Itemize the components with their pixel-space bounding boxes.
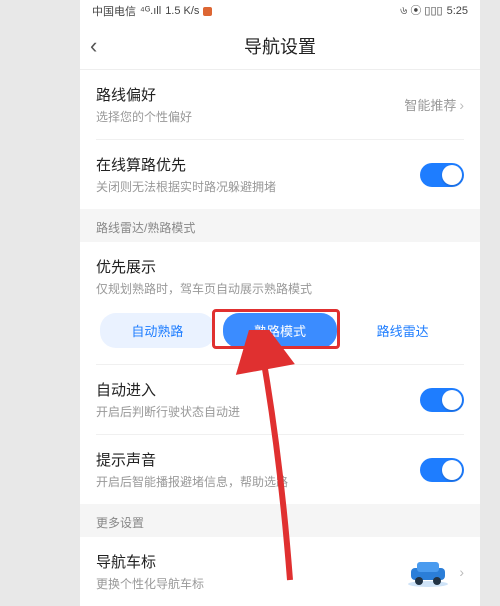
section-header-radar: 路线雷达/熟路模式 (80, 209, 480, 242)
route-pref-sub: 选择您的个性偏好 (96, 108, 404, 125)
section-more: 导航车标 更换个性化导航车标 › (80, 537, 480, 606)
row-nav-car-icon[interactable]: 导航车标 更换个性化导航车标 › (80, 537, 480, 606)
seg-auto-familiar[interactable]: 自动熟路 (100, 313, 215, 348)
seg-familiar-mode[interactable]: 熟路模式 (223, 313, 338, 348)
chevron-right-icon: › (459, 564, 464, 580)
notification-dot-icon (203, 7, 212, 16)
hint-sound-sub: 开启后智能播报避堵信息，帮助选路 (96, 473, 420, 490)
nav-header: ‹ 导航设置 (80, 22, 480, 70)
row-auto-enter: 自动进入 开启后判断行驶状态自动进 (80, 365, 480, 434)
row-online-calc: 在线算路优先 关闭则无法根据实时路况躲避拥堵 (80, 140, 480, 209)
priority-sub: 仅规划熟路时，驾车页自动展示熟路模式 (96, 280, 464, 297)
route-pref-title: 路线偏好 (96, 84, 404, 105)
row-priority-display: 优先展示 仅规划熟路时，驾车页自动展示熟路模式 (80, 242, 480, 301)
route-pref-value: 智能推荐 (404, 95, 456, 114)
net-speed: 1.5 K/s (165, 5, 199, 17)
section-header-more: 更多设置 (80, 504, 480, 537)
auto-enter-sub: 开启后判断行驶状态自动进 (96, 403, 420, 420)
nav-car-title: 导航车标 (96, 551, 403, 572)
online-calc-title: 在线算路优先 (96, 154, 420, 175)
segmented-control: 自动熟路 熟路模式 路线雷达 (96, 313, 464, 348)
auto-enter-title: 自动进入 (96, 379, 420, 400)
row-hint-sound: 提示声音 开启后智能播报避堵信息，帮助选路 (80, 435, 480, 504)
page-title: 导航设置 (244, 33, 316, 59)
row-route-preference[interactable]: 路线偏好 选择您的个性偏好 智能推荐 › (80, 70, 480, 139)
status-icons: ৬ ⦿ ▯▯▯ (400, 2, 442, 21)
section-radar: 优先展示 仅规划熟路时，驾车页自动展示熟路模式 自动熟路 熟路模式 路线雷达 自… (80, 242, 480, 504)
back-icon[interactable]: ‹ (90, 33, 97, 59)
seg-route-radar[interactable]: 路线雷达 (345, 313, 460, 348)
carrier-label: 中国电信 (92, 3, 136, 19)
nav-car-sub: 更换个性化导航车标 (96, 575, 403, 592)
phone-frame: 中国电信 ⁴ᴳ.ıll 1.5 K/s ৬ ⦿ ▯▯▯ 5:25 ‹ 导航设置 … (80, 0, 480, 605)
online-calc-sub: 关闭则无法根据实时路况躲避拥堵 (96, 178, 420, 195)
priority-title: 优先展示 (96, 256, 464, 277)
hint-sound-title: 提示声音 (96, 449, 420, 470)
signal-icon: ⁴ᴳ.ıll (140, 5, 161, 17)
clock: 5:25 (447, 5, 468, 17)
online-calc-toggle[interactable] (420, 163, 464, 187)
section-basic: 路线偏好 选择您的个性偏好 智能推荐 › 在线算路优先 关闭则无法根据实时路况躲… (80, 70, 480, 209)
auto-enter-toggle[interactable] (420, 388, 464, 412)
hint-sound-toggle[interactable] (420, 458, 464, 482)
chevron-right-icon: › (459, 97, 464, 113)
car-icon (403, 556, 453, 588)
status-bar: 中国电信 ⁴ᴳ.ıll 1.5 K/s ৬ ⦿ ▯▯▯ 5:25 (80, 0, 480, 22)
